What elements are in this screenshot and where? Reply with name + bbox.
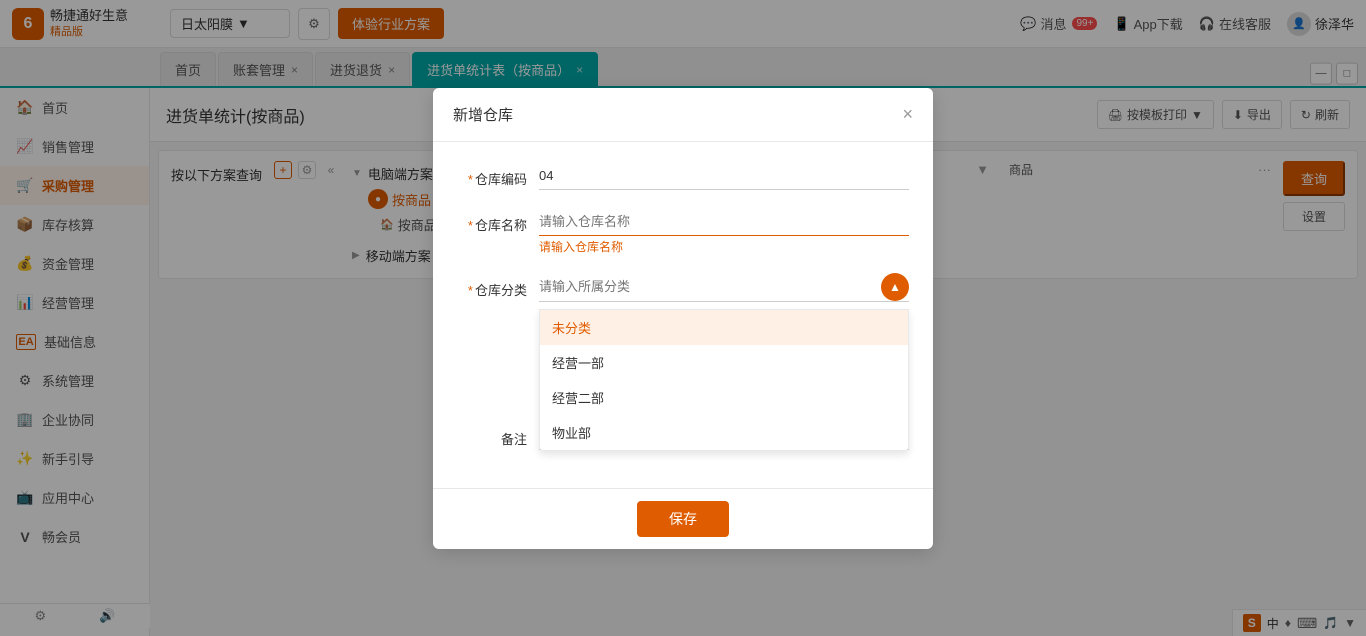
dropdown-item-uncategorized[interactable]: 未分类 [540,310,908,345]
category-dropdown-list: 未分类 经营一部 经营二部 物业部 [539,309,909,451]
category-chevron-button[interactable]: ▲ [881,273,909,301]
modal-title: 新增仓库 [453,104,513,125]
modal-footer: 保存 [433,488,933,549]
modal-header: 新增仓库 × [433,88,933,142]
modal-overlay: 新增仓库 × 仓库编码 仓库名称 请输入仓库名称 仓库分类 [0,0,1366,636]
category-form-row: 仓库分类 ▲ 未分类 经营一部 经营二部 物业部 [457,273,909,302]
note-label: 备注 [457,422,527,448]
add-warehouse-modal: 新增仓库 × 仓库编码 仓库名称 请输入仓库名称 仓库分类 [433,88,933,549]
dropdown-item-dept2[interactable]: 经营二部 [540,380,908,415]
code-input[interactable] [539,162,909,190]
dropdown-item-dept1[interactable]: 经营一部 [540,345,908,380]
dropdown-item-property[interactable]: 物业部 [540,415,908,450]
category-label: 仓库分类 [457,273,527,299]
modal-body: 仓库编码 仓库名称 请输入仓库名称 仓库分类 ▲ [433,142,933,488]
name-field-wrapper: 请输入仓库名称 [539,208,909,255]
name-input[interactable] [539,208,909,236]
category-input[interactable] [539,273,881,300]
name-label: 仓库名称 [457,208,527,234]
category-input-row: ▲ [539,273,909,302]
save-button[interactable]: 保存 [637,501,729,537]
code-label: 仓库编码 [457,162,527,188]
name-error-msg: 请输入仓库名称 [539,238,909,255]
code-form-row: 仓库编码 [457,162,909,190]
name-form-row: 仓库名称 请输入仓库名称 [457,208,909,255]
category-wrapper: ▲ 未分类 经营一部 经营二部 物业部 [539,273,909,302]
modal-close-button[interactable]: × [902,105,913,123]
